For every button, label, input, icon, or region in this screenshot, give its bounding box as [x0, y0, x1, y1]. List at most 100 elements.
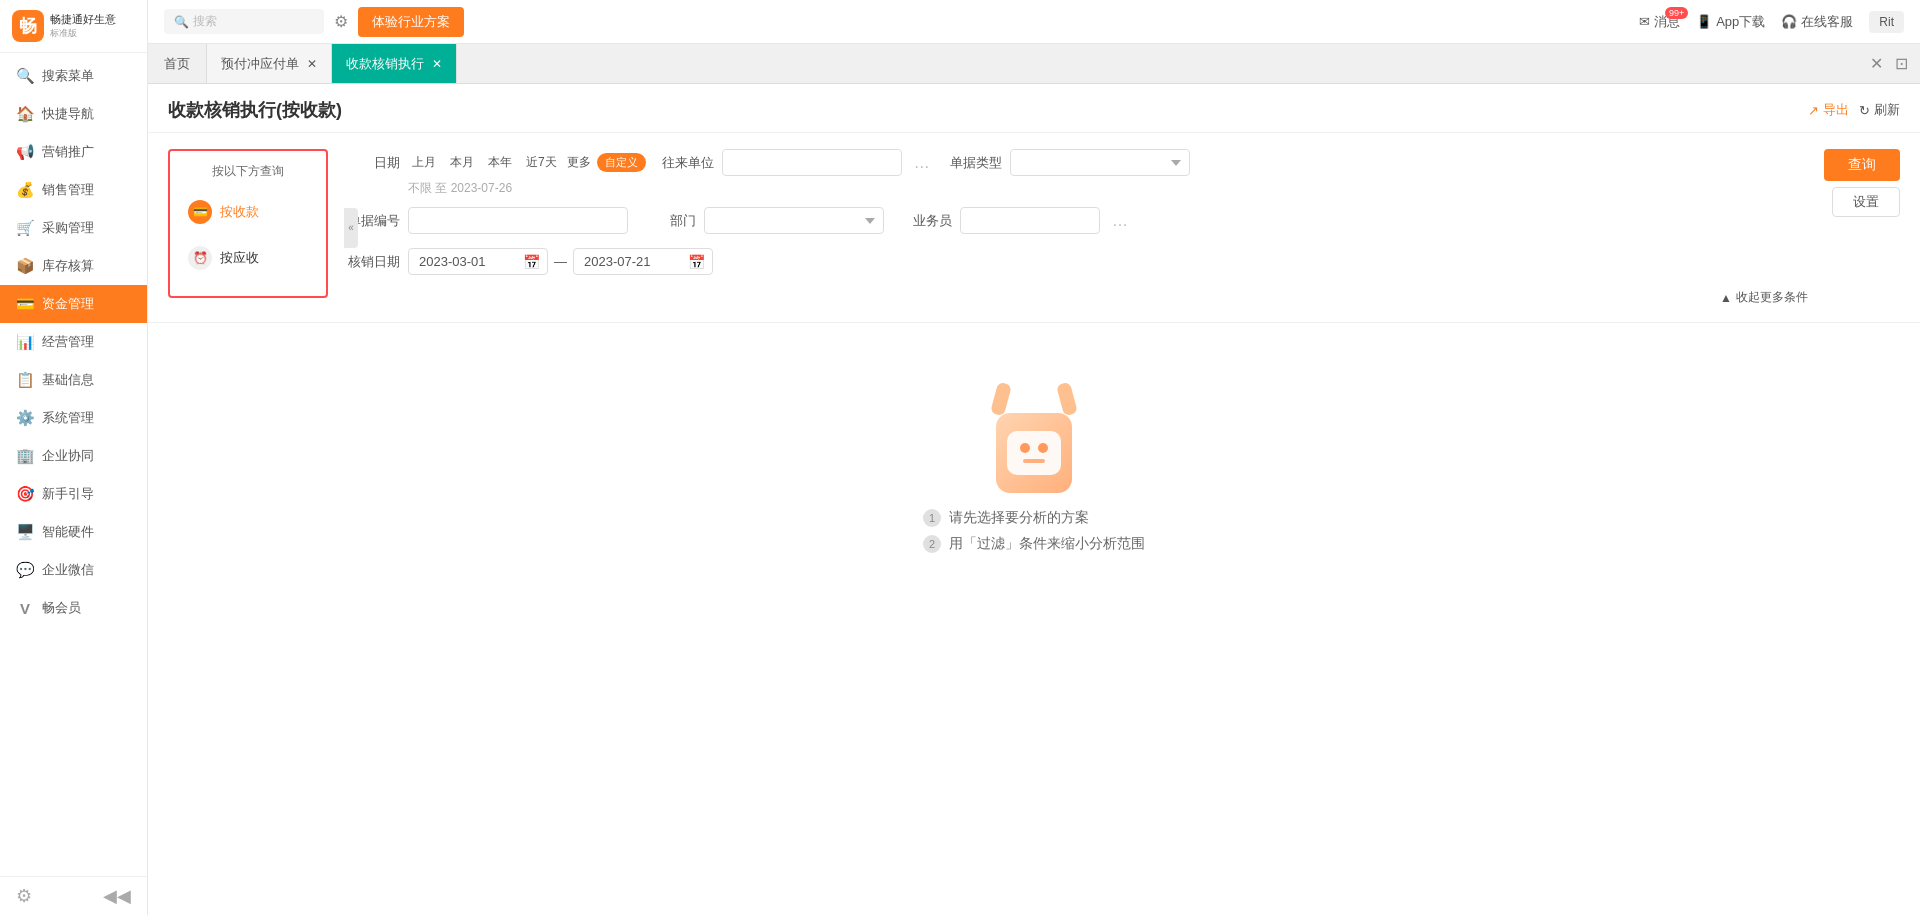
dept-label: 部门	[640, 212, 696, 230]
date-range-dash: —	[554, 254, 567, 269]
collapse-more-btn[interactable]: ▲ 收起更多条件	[344, 289, 1808, 306]
app-download-button[interactable]: 📱 App下载	[1696, 13, 1765, 31]
sidebar-item-label-system: 系统管理	[42, 409, 94, 427]
filter-option-by-receipt[interactable]: 💳 按收款	[178, 192, 318, 232]
message-button[interactable]: ✉ 消息 99+	[1639, 13, 1680, 31]
sidebar-item-label-basic: 基础信息	[42, 371, 94, 389]
filter-panel-wrap: 按以下方查询 💳 按收款 ⏰ 按应收 «	[168, 149, 344, 306]
filter-option-receivable-label: 按应收	[220, 249, 259, 267]
sidebar-item-inventory[interactable]: 📦 库存核算	[0, 247, 147, 285]
filter-form: 日期 上月 本月 本年 近7天 更多 自定义	[344, 149, 1900, 306]
export-button[interactable]: ↗ 导出	[1808, 101, 1849, 119]
salesperson-field: 业务员 …	[896, 207, 1132, 234]
sales-icon: 💰	[16, 181, 34, 199]
date-btn-last-month[interactable]: 上月	[408, 152, 440, 173]
settings-button[interactable]: 设置	[1832, 187, 1900, 217]
system-icon: ⚙️	[16, 409, 34, 427]
filter-row-date: 日期 上月 本月 本年 近7天 更多 自定义	[344, 149, 1808, 176]
page-actions: ↗ 导出 ↻ 刷新	[1808, 101, 1900, 119]
sidebar-item-search[interactable]: 🔍 搜索菜单	[0, 57, 147, 95]
sidebar-item-marketing[interactable]: 📢 营销推广	[0, 133, 147, 171]
maximize-icon[interactable]: ⊡	[1891, 52, 1912, 75]
collapse-sidebar-icon[interactable]: ◀◀	[103, 885, 131, 907]
tab-prepay-label: 预付冲应付单	[221, 55, 299, 73]
filter-actions: 查询 设置	[1824, 149, 1900, 217]
hint-text-1: 请先选择要分析的方案	[949, 509, 1089, 527]
tab-prepay[interactable]: 预付冲应付单 ✕	[207, 44, 332, 83]
sidebar-item-quick-nav[interactable]: 🏠 快捷导航	[0, 95, 147, 133]
filter-option-by-receivable[interactable]: ⏰ 按应收	[178, 238, 318, 278]
tab-collection-close[interactable]: ✕	[432, 57, 442, 71]
app-download-label: App下载	[1716, 13, 1765, 31]
verify-date-range: 📅 — 📅	[408, 248, 713, 275]
robot-left-arm	[990, 382, 1012, 417]
settings-icon[interactable]: ⚙	[16, 885, 32, 907]
sidebar-item-label-sales: 销售管理	[42, 181, 94, 199]
gear-icon[interactable]: ⚙	[334, 12, 348, 31]
robot-face	[1007, 431, 1061, 475]
user-profile[interactable]: Rit	[1869, 11, 1904, 33]
collapse-filter-btn[interactable]: «	[344, 208, 358, 248]
sidebar-item-wechat[interactable]: 💬 企业微信	[0, 551, 147, 589]
sidebar-item-system[interactable]: ⚙️ 系统管理	[0, 399, 147, 437]
close-tab-icon[interactable]: ✕	[1866, 52, 1887, 75]
sidebar-item-purchase[interactable]: 🛒 采购管理	[0, 209, 147, 247]
sidebar-item-hardware[interactable]: 🖥️ 智能硬件	[0, 513, 147, 551]
date-btn-7days[interactable]: 近7天	[522, 152, 561, 173]
hint-num-2: 2	[923, 535, 941, 553]
tab-home[interactable]: 首页	[148, 44, 207, 83]
sidebar-item-guide[interactable]: 🎯 新手引导	[0, 475, 147, 513]
sidebar-item-label-guide: 新手引导	[42, 485, 94, 503]
calendar-start-icon[interactable]: 📅	[523, 254, 540, 270]
tab-prepay-close[interactable]: ✕	[307, 57, 317, 71]
date-btn-this-month[interactable]: 本月	[446, 152, 478, 173]
export-label: 导出	[1823, 101, 1849, 119]
salesperson-more-icon[interactable]: …	[1108, 212, 1132, 230]
counterparty-input[interactable]	[722, 149, 902, 176]
receivable-icon: ⏰	[188, 246, 212, 270]
date-btn-custom[interactable]: 自定义	[597, 153, 646, 172]
robot-mouth	[1023, 459, 1045, 463]
empty-hints: 1 请先选择要分析的方案 2 用「过滤」条件来缩小分析范围	[923, 509, 1145, 561]
page-title: 收款核销执行(按收款)	[168, 98, 342, 122]
basic-icon: 📋	[16, 371, 34, 389]
salesperson-input[interactable]	[960, 207, 1100, 234]
date-btn-this-year[interactable]: 本年	[484, 152, 516, 173]
online-service-button[interactable]: 🎧 在线客服	[1781, 13, 1853, 31]
search-icon-topbar: 🔍	[174, 15, 189, 29]
empty-state: 1 请先选择要分析的方案 2 用「过滤」条件来缩小分析范围	[148, 323, 1920, 621]
message-icon: ✉	[1639, 14, 1650, 29]
doc-type-label: 单据类型	[946, 154, 1002, 172]
member-icon: V	[16, 600, 34, 617]
tab-collection[interactable]: 收款核销执行 ✕	[332, 44, 457, 83]
topbar-search-box[interactable]: 🔍 搜索	[164, 9, 324, 34]
sidebar-item-label-quicknav: 快捷导航	[42, 105, 94, 123]
industry-btn[interactable]: 体验行业方案	[358, 7, 464, 37]
date-more-btn[interactable]: 更多	[567, 154, 591, 171]
sidebar-item-basic[interactable]: 📋 基础信息	[0, 361, 147, 399]
sidebar-item-operation[interactable]: 📊 经营管理	[0, 323, 147, 361]
finance-icon: 💳	[16, 295, 34, 313]
filter-row-doc: 单据编号 部门 业务员	[344, 207, 1808, 234]
doc-type-select[interactable]	[1010, 149, 1190, 176]
sidebar-item-label-wechat: 企业微信	[42, 561, 94, 579]
salesperson-label: 业务员	[896, 212, 952, 230]
doc-num-input[interactable]	[408, 207, 628, 234]
refresh-button[interactable]: ↻ 刷新	[1859, 101, 1900, 119]
empty-hint-1: 1 请先选择要分析的方案	[923, 509, 1145, 527]
sidebar-item-collab[interactable]: 🏢 企业协同	[0, 437, 147, 475]
sidebar-item-sales[interactable]: 💰 销售管理	[0, 171, 147, 209]
calendar-end-icon[interactable]: 📅	[688, 254, 705, 270]
sidebar-item-member[interactable]: V 畅会员	[0, 589, 147, 627]
logo-badge: 标准版	[50, 27, 116, 40]
robot-right-arm	[1056, 382, 1078, 417]
search-icon: 🔍	[16, 67, 34, 85]
sidebar-item-finance[interactable]: 💳 资金管理	[0, 285, 147, 323]
query-button[interactable]: 查询	[1824, 149, 1900, 181]
message-badge: 99+	[1665, 7, 1688, 19]
sidebar-item-label-marketing: 营销推广	[42, 143, 94, 161]
sidebar-item-label-search: 搜索菜单	[42, 67, 94, 85]
dept-select[interactable]	[704, 207, 884, 234]
sidebar: 畅 畅捷通好生意 标准版 🔍 搜索菜单 🏠 快捷导航 📢 营销推广 💰 销售管理…	[0, 0, 148, 915]
counterparty-more-icon[interactable]: …	[910, 154, 934, 172]
